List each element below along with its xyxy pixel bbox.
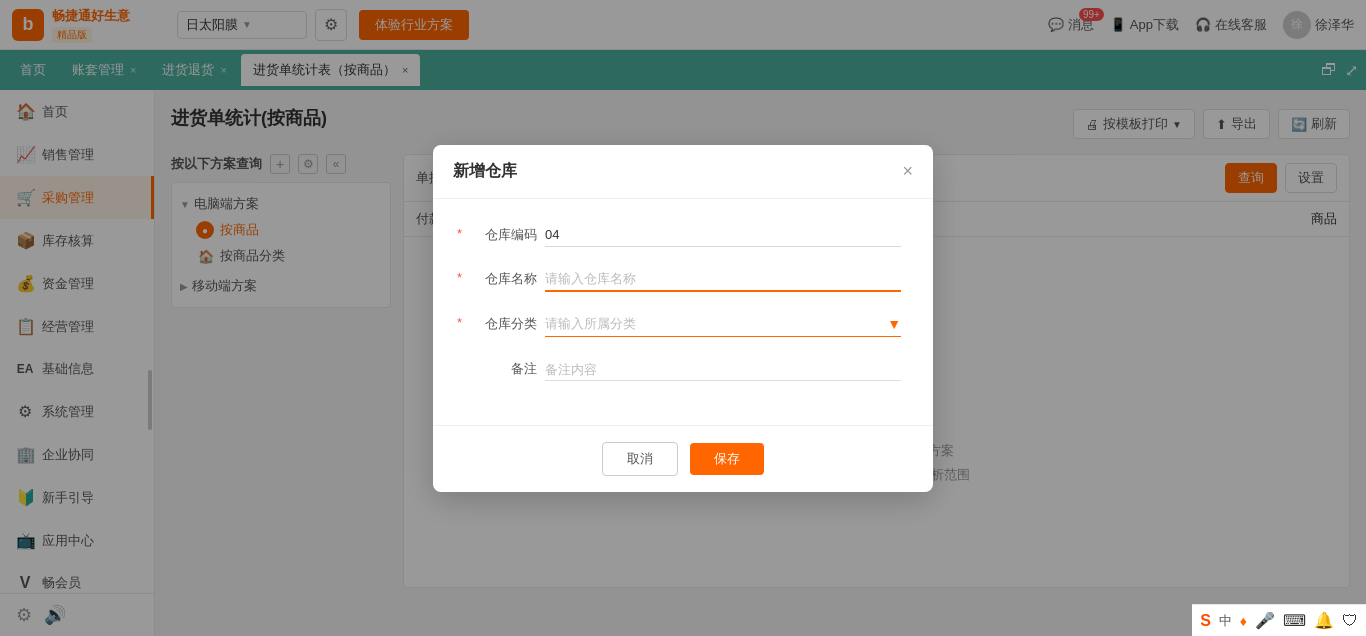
- notification-icon[interactable]: 🔔: [1314, 611, 1334, 630]
- modal-header: 新增仓库 ×: [433, 145, 933, 199]
- remark-input[interactable]: [545, 357, 901, 381]
- form-row-category: 仓库分类 ▼: [465, 312, 901, 337]
- category-select[interactable]: ▼: [545, 312, 901, 337]
- name-label: 仓库名称: [465, 270, 545, 288]
- name-input[interactable]: [545, 267, 901, 292]
- code-input[interactable]: [545, 223, 901, 247]
- category-dropdown-arrow: ▼: [887, 316, 901, 332]
- modal-title: 新增仓库: [453, 161, 517, 182]
- chinese-input-icon[interactable]: 中: [1219, 612, 1232, 630]
- modal-body: 仓库编码 仓库名称 仓库分类 ▼ 备注: [433, 199, 933, 425]
- status-bottom-bar: S 中 ♦ 🎤 ⌨ 🔔 🛡: [1192, 604, 1366, 636]
- microphone-icon[interactable]: 🎤: [1255, 611, 1275, 630]
- category-label: 仓库分类: [465, 315, 545, 333]
- remark-label: 备注: [465, 360, 545, 378]
- modal-close-button[interactable]: ×: [902, 162, 913, 180]
- cancel-button[interactable]: 取消: [602, 442, 678, 476]
- shield-icon[interactable]: 🛡: [1342, 612, 1358, 630]
- modal-footer: 取消 保存: [433, 425, 933, 492]
- form-row-name: 仓库名称: [465, 267, 901, 292]
- keyboard-icon[interactable]: ⌨: [1283, 611, 1306, 630]
- form-row-remark: 备注: [465, 357, 901, 381]
- diamond-icon[interactable]: ♦: [1240, 613, 1247, 629]
- form-row-code: 仓库编码: [465, 223, 901, 247]
- modal-overlay: 新增仓库 × 仓库编码 仓库名称 仓库分类 ▼: [0, 0, 1366, 636]
- save-button[interactable]: 保存: [690, 443, 764, 475]
- sougou-icon[interactable]: S: [1200, 612, 1211, 630]
- add-warehouse-modal: 新增仓库 × 仓库编码 仓库名称 仓库分类 ▼: [433, 145, 933, 492]
- code-label: 仓库编码: [465, 226, 545, 244]
- category-input[interactable]: [545, 316, 887, 331]
